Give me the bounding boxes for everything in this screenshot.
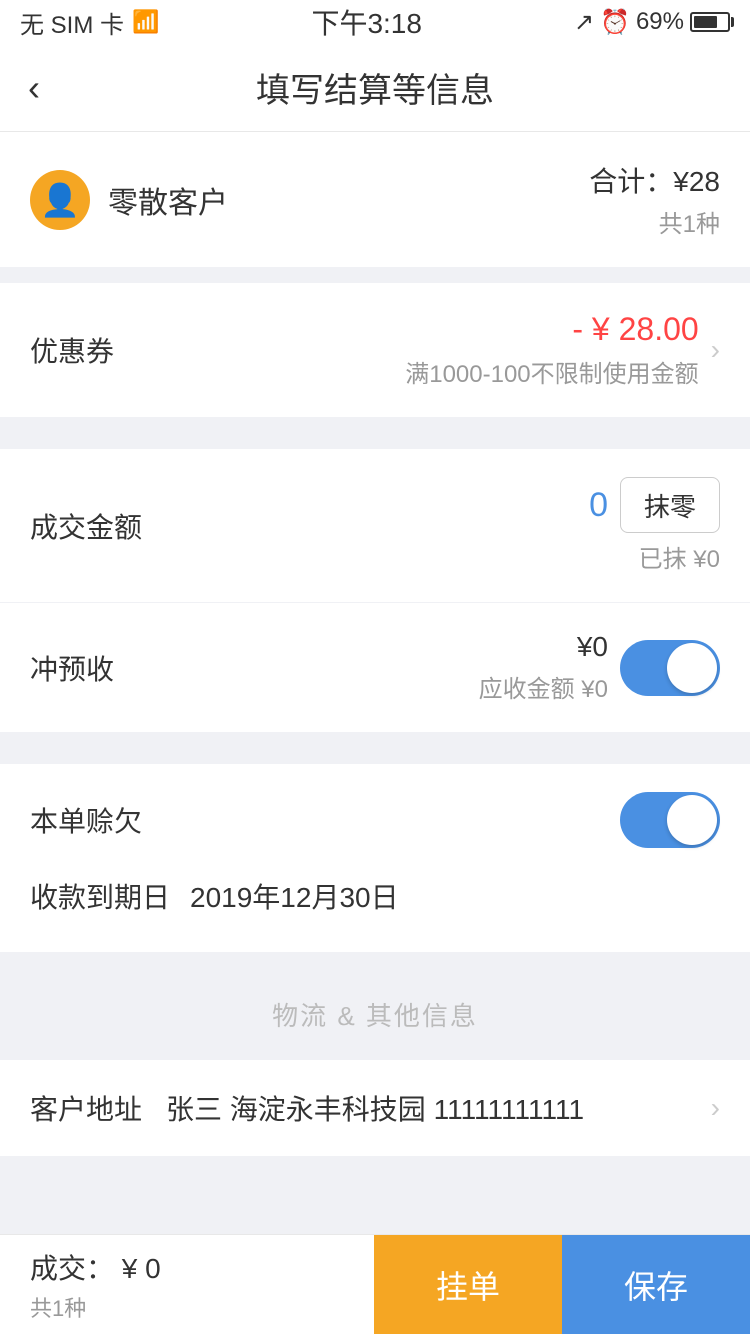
battery-icon	[690, 12, 730, 32]
back-button[interactable]: ‹	[28, 67, 40, 109]
bottom-count: 共1种	[30, 1291, 374, 1323]
prepayment-amount: ¥0	[577, 631, 608, 663]
nav-title: 填写结算等信息	[256, 63, 494, 112]
coupon-right: - ¥ 28.00 满1000-100不限制使用金额 ›	[405, 311, 720, 389]
divider-4	[0, 1044, 750, 1060]
battery-percent: 69%	[636, 8, 684, 36]
customer-total: 合计：¥28 共1种	[589, 160, 720, 239]
carrier-text: 无 SIM 卡	[20, 5, 124, 40]
logistics-divider: 物流 & 其他信息	[0, 984, 750, 1044]
coupon-chevron-icon: ›	[711, 334, 720, 366]
customer-avatar: 👤	[30, 170, 90, 230]
bottom-transaction-line: 成交： ¥ 0	[30, 1247, 374, 1287]
status-time: 下午3:18	[311, 2, 422, 42]
divider-1	[0, 433, 750, 449]
coupon-values: - ¥ 28.00 满1000-100不限制使用金额	[405, 311, 698, 389]
bottom-transaction-label: 成交：	[30, 1253, 114, 1284]
coupon-section: 优惠券 - ¥ 28.00 满1000-100不限制使用金额 ›	[0, 283, 750, 417]
round-down-button[interactable]: 抹零	[620, 477, 720, 533]
debt-section: 本单赊欠 收款到期日 2019年12月30日	[0, 764, 750, 952]
status-left: 无 SIM 卡 📶	[20, 5, 159, 40]
prepayment-right: ¥0 应收金额 ¥0	[479, 631, 720, 704]
location-icon: ↗	[574, 8, 594, 37]
transaction-row: 成交金额 抹零 已抹 ¥0	[0, 449, 750, 603]
status-right: ↗ ⏰ 69%	[574, 8, 730, 37]
save-button[interactable]: 保存	[562, 1235, 750, 1334]
toggle-thumb	[667, 643, 717, 693]
debt-toggle-thumb	[667, 795, 717, 845]
coupon-row[interactable]: 优惠券 - ¥ 28.00 满1000-100不限制使用金额 ›	[0, 283, 750, 417]
transaction-label: 成交金额	[30, 506, 142, 546]
transaction-section: 成交金额 抹零 已抹 ¥0 冲预收 ¥0 应收金额 ¥0	[0, 449, 750, 732]
coupon-label: 优惠券	[30, 330, 114, 370]
customer-info: 👤 零散客户	[30, 170, 228, 230]
already-rounded-label: 已抹 ¥0	[528, 539, 720, 574]
transaction-values: 抹零 已抹 ¥0	[528, 477, 720, 574]
prepayment-label: 冲预收	[30, 648, 114, 688]
customer-section: 👤 零散客户 合计：¥28 共1种	[0, 132, 750, 267]
address-chevron-icon: ›	[711, 1092, 720, 1124]
prepayment-toggle[interactable]	[620, 640, 720, 696]
debt-date-row: 收款到期日 2019年12月30日	[30, 848, 720, 924]
bottom-bar: 成交： ¥ 0 共1种 挂单 保存	[0, 1234, 750, 1334]
avatar-icon: 👤	[40, 181, 80, 219]
coupon-discount: - ¥ 28.00	[405, 311, 698, 348]
address-label: 客户地址	[30, 1088, 142, 1128]
debt-row: 本单赊欠	[30, 792, 720, 848]
nav-bar: ‹ 填写结算等信息	[0, 44, 750, 132]
customer-name: 零散客户	[108, 178, 228, 222]
address-value: 张三 海淀永丰科技园 11111111111	[166, 1088, 711, 1128]
bottom-info: 成交： ¥ 0 共1种	[0, 1247, 374, 1323]
content: 👤 零散客户 合计：¥28 共1种 优惠券 - ¥ 28.00 满1000-10…	[0, 132, 750, 1256]
due-date-label: 收款到期日	[30, 876, 170, 916]
total-count: 共1种	[589, 204, 720, 239]
transaction-amount-input[interactable]	[528, 486, 608, 525]
prepayment-values: ¥0 应收金额 ¥0	[479, 631, 608, 704]
debt-toggle[interactable]	[620, 792, 720, 848]
coupon-description: 满1000-100不限制使用金额	[405, 354, 698, 389]
divider-2	[0, 748, 750, 764]
logistics-label: 物流 & 其他信息	[272, 996, 478, 1033]
prepayment-sub: 应收金额 ¥0	[479, 669, 608, 704]
transaction-right: 抹零 已抹 ¥0	[528, 477, 720, 574]
pending-order-button[interactable]: 挂单	[374, 1235, 562, 1334]
total-amount: 合计：¥28	[589, 160, 720, 200]
wifi-icon: 📶	[132, 9, 159, 35]
divider-3	[0, 968, 750, 984]
prepayment-row: 冲预收 ¥0 应收金额 ¥0	[0, 603, 750, 732]
due-date-value: 2019年12月30日	[190, 876, 399, 916]
bottom-transaction-amount: ¥ 0	[122, 1253, 161, 1284]
status-bar: 无 SIM 卡 📶 下午3:18 ↗ ⏰ 69%	[0, 0, 750, 44]
address-section[interactable]: 客户地址 张三 海淀永丰科技园 11111111111 ›	[0, 1060, 750, 1156]
debt-label: 本单赊欠	[30, 800, 142, 840]
alarm-icon: ⏰	[600, 8, 630, 37]
